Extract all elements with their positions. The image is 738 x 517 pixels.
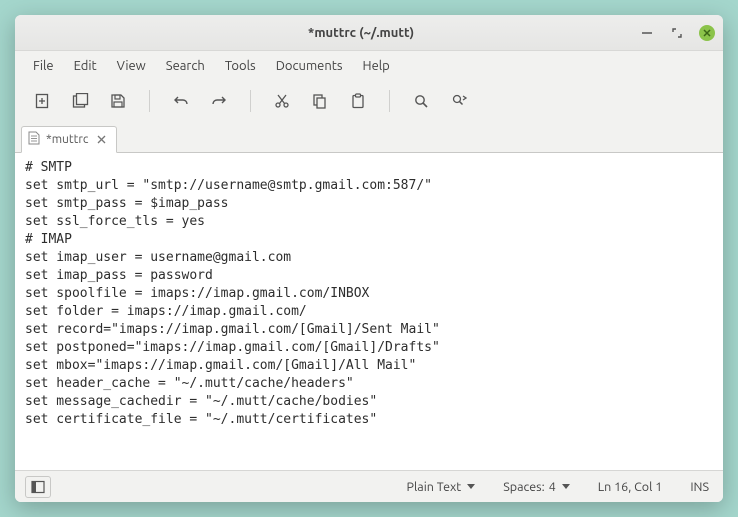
menu-bar: File Edit View Search Tools Documents He…	[15, 51, 723, 83]
tab-width-selector[interactable]: Spaces: 4	[499, 478, 574, 496]
paste-icon[interactable]	[341, 87, 375, 115]
chevron-down-icon	[467, 484, 475, 489]
language-selector[interactable]: Plain Text	[403, 478, 480, 496]
redo-icon[interactable]	[202, 87, 236, 115]
toolbar	[15, 83, 723, 125]
status-bar: Plain Text Spaces: 4 Ln 16, Col 1 INS	[15, 470, 723, 502]
tab-label: *muttrc	[46, 133, 88, 146]
copy-icon[interactable]	[303, 87, 337, 115]
menu-tools[interactable]: Tools	[217, 55, 264, 77]
insert-mode-label: INS	[690, 480, 709, 494]
menu-search[interactable]: Search	[158, 55, 213, 77]
document-tab[interactable]: *muttrc	[21, 126, 117, 153]
menu-help[interactable]: Help	[355, 55, 398, 77]
language-label: Plain Text	[407, 480, 462, 494]
chevron-down-icon	[562, 484, 570, 489]
find-replace-icon[interactable]	[442, 87, 476, 115]
new-document-icon[interactable]	[25, 87, 59, 115]
menu-view[interactable]: View	[109, 55, 154, 77]
window-controls	[639, 25, 715, 41]
minimize-icon[interactable]	[639, 25, 655, 41]
application-window: *muttrc (~/.mutt) File Edit View Search …	[15, 15, 723, 502]
document-icon	[28, 131, 40, 148]
maximize-icon[interactable]	[669, 25, 685, 41]
open-document-icon[interactable]	[63, 87, 97, 115]
menu-file[interactable]: File	[25, 55, 62, 77]
editor-area[interactable]: # SMTP set smtp_url = "smtp://username@s…	[15, 153, 723, 470]
title-bar: *muttrc (~/.mutt)	[15, 15, 723, 51]
tab-bar: *muttrc	[15, 125, 723, 153]
toolbar-separator	[149, 90, 150, 112]
toolbar-separator	[250, 90, 251, 112]
menu-edit[interactable]: Edit	[66, 55, 105, 77]
toolbar-separator	[389, 90, 390, 112]
spaces-value: 4	[549, 480, 556, 494]
cut-icon[interactable]	[265, 87, 299, 115]
save-icon[interactable]	[101, 87, 135, 115]
undo-icon[interactable]	[164, 87, 198, 115]
window-title: *muttrc (~/.mutt)	[83, 26, 639, 40]
close-icon[interactable]	[699, 25, 715, 41]
side-panel-toggle-icon[interactable]	[25, 476, 51, 498]
cursor-position: Ln 16, Col 1	[594, 478, 667, 496]
tab-close-icon[interactable]	[94, 133, 108, 147]
spaces-label: Spaces:	[503, 480, 544, 494]
cursor-position-label: Ln 16, Col 1	[598, 480, 663, 494]
menu-documents[interactable]: Documents	[268, 55, 351, 77]
insert-mode-indicator[interactable]: INS	[686, 478, 713, 496]
search-icon[interactable]	[404, 87, 438, 115]
editor-content: # SMTP set smtp_url = "smtp://username@s…	[25, 159, 713, 429]
